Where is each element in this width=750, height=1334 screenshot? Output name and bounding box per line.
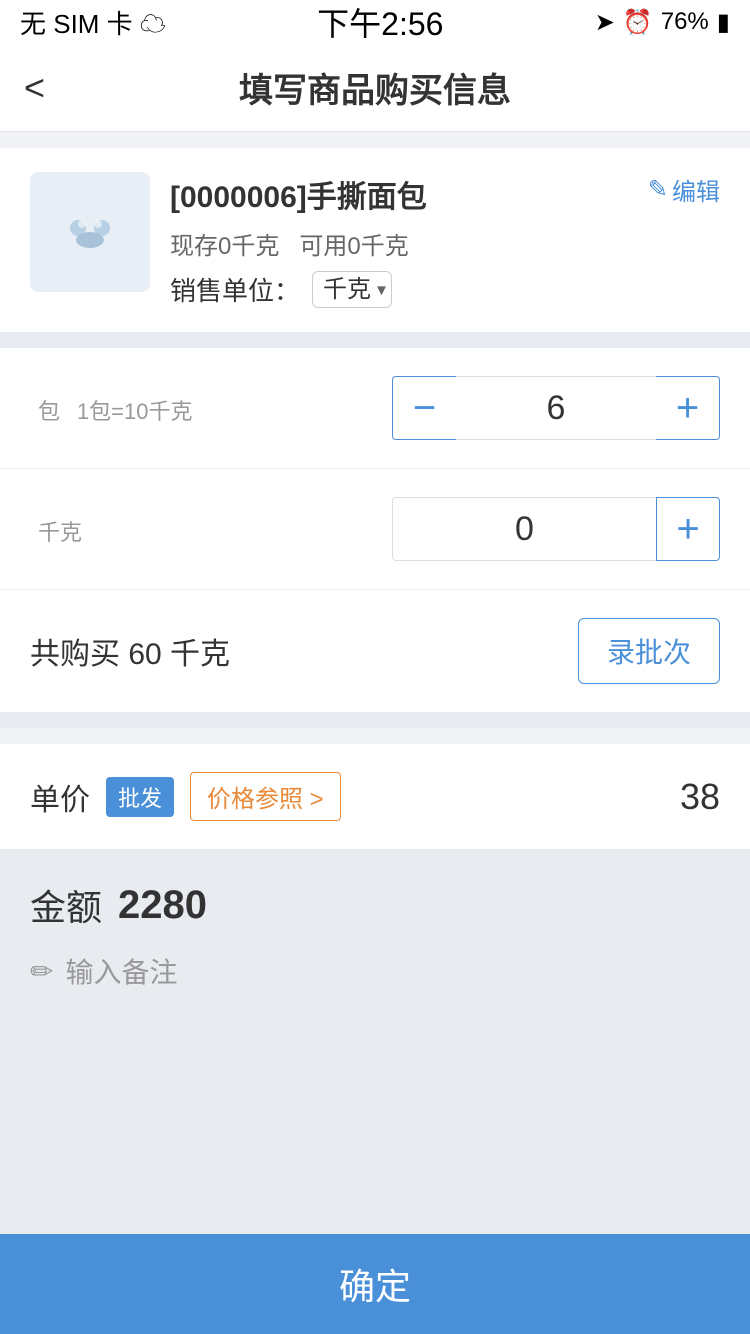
price-reference-button[interactable]: 价格参照 > bbox=[190, 772, 341, 821]
kg-quantity-row: 千克 + bbox=[0, 469, 750, 590]
kg-label: 千克 bbox=[30, 511, 392, 548]
battery-level: 76% bbox=[661, 8, 709, 36]
unit-label: 销售单位： bbox=[170, 271, 300, 308]
product-logo-icon bbox=[60, 202, 120, 262]
price-label: 单价 bbox=[30, 775, 90, 819]
kg-plus-button[interactable]: + bbox=[656, 497, 720, 561]
amount-row: 金额 2280 bbox=[30, 879, 720, 931]
note-row[interactable]: ✏ 输入备注 bbox=[30, 951, 720, 991]
product-image bbox=[30, 172, 150, 292]
quantity-section: 包 1包=10千克 − + 千克 + bbox=[0, 348, 750, 590]
page-title: 填写商品购买信息 bbox=[239, 63, 511, 112]
bag-quantity-row: 包 1包=10千克 − + bbox=[0, 348, 750, 469]
bag-qty-controls: − + bbox=[392, 376, 720, 440]
amount-value: 2280 bbox=[118, 883, 207, 928]
edit-button[interactable]: ✎ 编辑 bbox=[648, 172, 720, 207]
unit-selector[interactable]: 千克 bbox=[312, 271, 392, 308]
product-unit-row: 销售单位： 千克 bbox=[170, 271, 720, 308]
separator-1 bbox=[0, 332, 750, 348]
back-button[interactable]: < bbox=[24, 67, 45, 109]
edit-label: 编辑 bbox=[672, 172, 720, 207]
amount-label: 金额 bbox=[30, 879, 102, 931]
summary-row: 共购买 60 千克 录批次 bbox=[0, 590, 750, 712]
price-value: 38 bbox=[680, 776, 720, 818]
price-row: 单价 批发 价格参照 > 38 bbox=[30, 772, 720, 821]
bag-qty-input[interactable] bbox=[456, 376, 656, 440]
note-placeholder: 输入备注 bbox=[65, 951, 177, 991]
edit-icon: ✎ bbox=[648, 175, 668, 204]
bag-minus-button[interactable]: − bbox=[392, 376, 456, 440]
product-info: [0000006]手撕面包 现存0千克 可用0千克 销售单位： 千克 bbox=[170, 172, 720, 308]
alarm-icon: ⏰ bbox=[623, 8, 653, 37]
status-battery: ➤ ⏰ 76% ▮ bbox=[595, 8, 730, 37]
confirm-label: 确定 bbox=[339, 1258, 411, 1310]
status-time: 下午2:56 bbox=[317, 0, 443, 45]
spacer bbox=[0, 1011, 750, 1234]
note-edit-icon: ✏ bbox=[30, 955, 53, 988]
status-carrier: 无 SIM 卡 ☁ bbox=[20, 4, 166, 41]
batch-button[interactable]: 录批次 bbox=[578, 618, 720, 684]
unit-select-input[interactable]: 千克 bbox=[312, 271, 392, 308]
price-section: 单价 批发 价格参照 > 38 bbox=[0, 744, 750, 849]
nav-bar: < 填写商品购买信息 bbox=[0, 44, 750, 132]
status-bar: 无 SIM 卡 ☁ 下午2:56 ➤ ⏰ 76% ▮ bbox=[0, 0, 750, 44]
location-icon: ➤ bbox=[595, 8, 615, 37]
product-card: [0000006]手撕面包 现存0千克 可用0千克 销售单位： 千克 ✎ 编辑 bbox=[0, 148, 750, 332]
product-stock: 现存0千克 可用0千克 bbox=[170, 226, 720, 261]
price-badge: 批发 bbox=[106, 777, 174, 817]
amount-section: 金额 2280 ✏ 输入备注 bbox=[0, 849, 750, 1011]
battery-icon: ▮ bbox=[717, 8, 730, 37]
bag-plus-button[interactable]: + bbox=[656, 376, 720, 440]
bag-label: 包 1包=10千克 bbox=[30, 390, 392, 427]
separator-2 bbox=[0, 712, 750, 728]
summary-text: 共购买 60 千克 bbox=[30, 629, 230, 673]
kg-qty-controls: + bbox=[392, 497, 720, 561]
product-name: [0000006]手撕面包 bbox=[170, 172, 720, 216]
confirm-button[interactable]: 确定 bbox=[0, 1234, 750, 1334]
kg-qty-input[interactable] bbox=[392, 497, 656, 561]
